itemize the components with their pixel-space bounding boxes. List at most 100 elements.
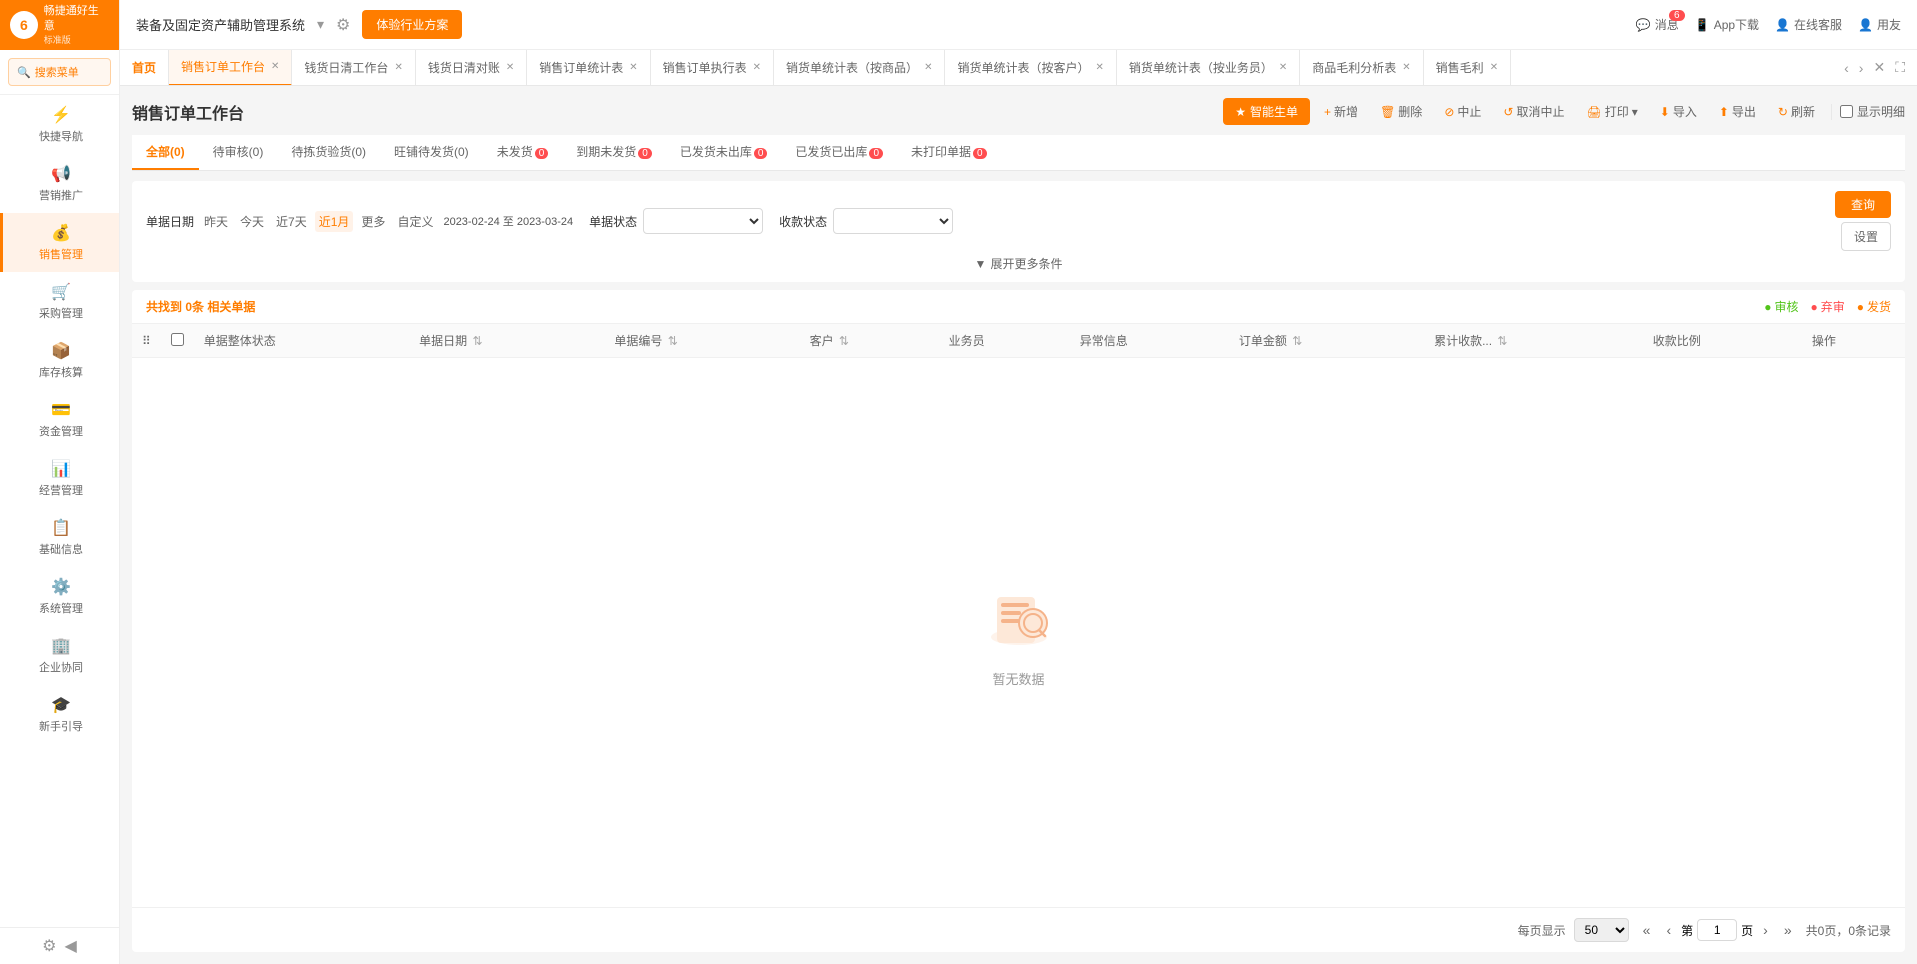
filter-area: 单据日期 昨天 今天 近7天 近1月 更多 自定义 2023-02-24 至 2…	[132, 181, 1905, 282]
stop-button[interactable]: ⊘ 中止	[1436, 99, 1489, 124]
tab-shipment-stats-customer[interactable]: 销货单统计表（按客户）✕	[945, 50, 1116, 86]
tab-maximize-button[interactable]: ⛶	[1891, 57, 1909, 78]
show-detail-checkbox[interactable]	[1840, 105, 1853, 118]
sidebar-search-area: 🔍 搜索菜单	[0, 50, 119, 95]
date-custom-button[interactable]: 自定义	[393, 211, 437, 232]
tab-close-sales-profit[interactable]: ✕	[1490, 62, 1498, 73]
sidebar-item-guide[interactable]: 🎓 新手引导	[0, 685, 119, 744]
tab-label-sales-exec: 销售订单执行表	[663, 59, 747, 76]
page-input[interactable]	[1697, 919, 1737, 941]
sub-tab-badge-not-shipped: 0	[535, 148, 549, 159]
sidebar-item-enterprise[interactable]: 🏢 企业协同	[0, 626, 119, 685]
cancel-stop-icon: ↺	[1503, 105, 1513, 119]
tab-close-shipment-stats-product[interactable]: ✕	[924, 62, 932, 73]
tab-sales-workbench[interactable]: 销售订单工作台✕	[169, 50, 292, 86]
online-service-button[interactable]: 👤 在线客服	[1775, 16, 1842, 33]
page-first-button[interactable]: «	[1637, 920, 1657, 940]
print-dropdown-icon: ▾	[1632, 105, 1638, 119]
sub-tab-pending-review[interactable]: 待审核(0)	[199, 135, 278, 170]
tab-sales-profit[interactable]: 销售毛利✕	[1424, 50, 1511, 86]
print-button[interactable]: 🖨 打印 ▾	[1578, 99, 1645, 124]
tab-cash-daily[interactable]: 钱货日清对账✕	[416, 50, 527, 86]
tab-close-gross-margin[interactable]: ✕	[1402, 62, 1410, 73]
empty-text: 暂无数据	[992, 669, 1044, 688]
tab-cashier-daily[interactable]: 钱货日清工作台✕	[292, 50, 415, 86]
user-button[interactable]: 👤 用友	[1858, 16, 1901, 33]
search-menu-button[interactable]: 🔍 搜索菜单	[8, 58, 111, 86]
tab-close-sales-stats[interactable]: ✕	[629, 62, 637, 73]
filter-settings-button[interactable]: 设置	[1841, 222, 1891, 251]
tab-sales-exec[interactable]: 销售订单执行表 ✕	[651, 50, 774, 86]
sidebar-item-sales[interactable]: 💰 销售管理	[0, 213, 119, 272]
sub-tab-not-shipped[interactable]: 未发货0	[483, 135, 563, 170]
add-button[interactable]: + 新增	[1316, 99, 1366, 124]
status-select[interactable]	[643, 208, 763, 234]
batch-approve-button[interactable]: ● 审核	[1764, 298, 1798, 315]
tab-close-sales-workbench[interactable]: ✕	[271, 61, 279, 72]
message-button[interactable]: 💬 消息 6	[1636, 16, 1679, 33]
table-scroll-area[interactable]: ⠿ 单据整体状态 单据日期 ⇅ 单据编号 ⇅ 客户 ⇅ 业务员 异常信息 订单金…	[132, 324, 1905, 358]
page-next-button[interactable]: ›	[1757, 920, 1774, 940]
tab-close-sales-exec[interactable]: ✕	[753, 62, 761, 73]
tab-home[interactable]: 首页	[120, 50, 169, 86]
sidebar-item-label-purchase: 采购管理	[39, 305, 83, 321]
tab-shipment-stats-sales[interactable]: 销货单统计表（按业务员）✕	[1117, 50, 1300, 86]
cancel-stop-button[interactable]: ↺ 取消中止	[1495, 99, 1572, 124]
tab-close-shipment-stats-customer[interactable]: ✕	[1095, 62, 1103, 73]
sidebar-item-label-enterprise: 企业协同	[39, 659, 83, 675]
batch-reject-button[interactable]: ● 弃审	[1810, 298, 1844, 315]
query-button[interactable]: 查询	[1835, 191, 1891, 218]
tab-next-button[interactable]: ›	[1855, 58, 1868, 78]
page-prev-button[interactable]: ‹	[1660, 920, 1677, 940]
sidebar: 6 畅捷通好生意 标准版 🔍 搜索菜单 ⚡ 快捷导航 📢 营销推广 💰 销售管理…	[0, 0, 120, 964]
per-page-select[interactable]: 50 10 20 100	[1574, 918, 1629, 942]
date-today-button[interactable]: 今天	[236, 211, 268, 232]
sidebar-item-system[interactable]: ⚙️ 系统管理	[0, 567, 119, 626]
sidebar-item-finance[interactable]: 💳 资金管理	[0, 390, 119, 449]
tab-prev-button[interactable]: ‹	[1840, 58, 1853, 78]
page-last-button[interactable]: »	[1778, 920, 1798, 940]
sub-tab-wangpu-pending[interactable]: 旺铺待发货(0)	[380, 135, 483, 170]
industry-solution-button[interactable]: 体验行业方案	[362, 10, 462, 39]
tab-close-cashier-daily[interactable]: ✕	[394, 62, 402, 73]
sidebar-item-quick-nav[interactable]: ⚡ 快捷导航	[0, 95, 119, 154]
settings-footer-button[interactable]: ⚙	[42, 936, 56, 956]
sidebar-item-base[interactable]: 📋 基础信息	[0, 508, 119, 567]
tab-close-all-button[interactable]: ✕	[1869, 57, 1889, 78]
batch-ship-button[interactable]: ● 发货	[1857, 298, 1891, 315]
sub-tab-all[interactable]: 全部(0)	[132, 135, 199, 170]
topbar-dropdown-button[interactable]: ▾	[317, 16, 324, 33]
select-all-checkbox[interactable]	[171, 333, 184, 346]
sub-tab-shipped-not-out[interactable]: 已发货未出库0	[666, 135, 782, 170]
collapse-sidebar-button[interactable]: ◀	[65, 936, 77, 956]
tab-sales-stats[interactable]: 销售订单统计表✕	[527, 50, 650, 86]
sidebar-item-operation[interactable]: 📊 经营管理	[0, 449, 119, 508]
tab-close-cash-daily[interactable]: ✕	[506, 62, 514, 73]
tab-gross-margin[interactable]: 商品毛利分析表✕	[1300, 50, 1423, 86]
topbar-settings-button[interactable]: ⚙	[336, 15, 350, 35]
import-button[interactable]: ⬇ 导入	[1652, 99, 1705, 124]
smart-create-button[interactable]: ★ 智能生单	[1223, 98, 1310, 125]
date-7days-button[interactable]: 近7天	[272, 211, 311, 232]
payment-select[interactable]	[833, 208, 953, 234]
export-button[interactable]: ⬆ 导出	[1711, 99, 1764, 124]
sidebar-item-inventory[interactable]: 📦 库存核算	[0, 331, 119, 390]
expand-filter-button[interactable]: ▼ 展开更多条件	[146, 255, 1891, 272]
sidebar-item-marketing[interactable]: 📢 营销推广	[0, 154, 119, 213]
sub-tab-pending-inspection[interactable]: 待拣货验货(0)	[277, 135, 380, 170]
sidebar-item-purchase[interactable]: 🛒 采购管理	[0, 272, 119, 331]
date-yesterday-button[interactable]: 昨天	[200, 211, 232, 232]
date-1month-button[interactable]: 近1月	[315, 211, 354, 232]
ship-icon: ●	[1857, 300, 1864, 314]
refresh-button[interactable]: ↻ 刷新	[1770, 99, 1823, 124]
sub-tab-shipped-out[interactable]: 已发货已出库0	[781, 135, 897, 170]
tab-shipment-stats-product[interactable]: 销货单统计表（按商品）✕	[774, 50, 945, 86]
tab-close-shipment-stats-sales[interactable]: ✕	[1279, 62, 1287, 73]
sub-tab-overdue-not-shipped[interactable]: 到期未发货0	[562, 135, 666, 170]
sidebar-header: 6 畅捷通好生意 标准版	[0, 0, 119, 50]
sub-tab-not-printed[interactable]: 未打印单据0	[897, 135, 1001, 170]
add-icon: +	[1324, 105, 1331, 119]
app-download-button[interactable]: 📱 App下载	[1695, 16, 1759, 33]
date-more-button[interactable]: 更多	[357, 211, 389, 232]
delete-button[interactable]: 🗑 删除	[1372, 99, 1430, 124]
